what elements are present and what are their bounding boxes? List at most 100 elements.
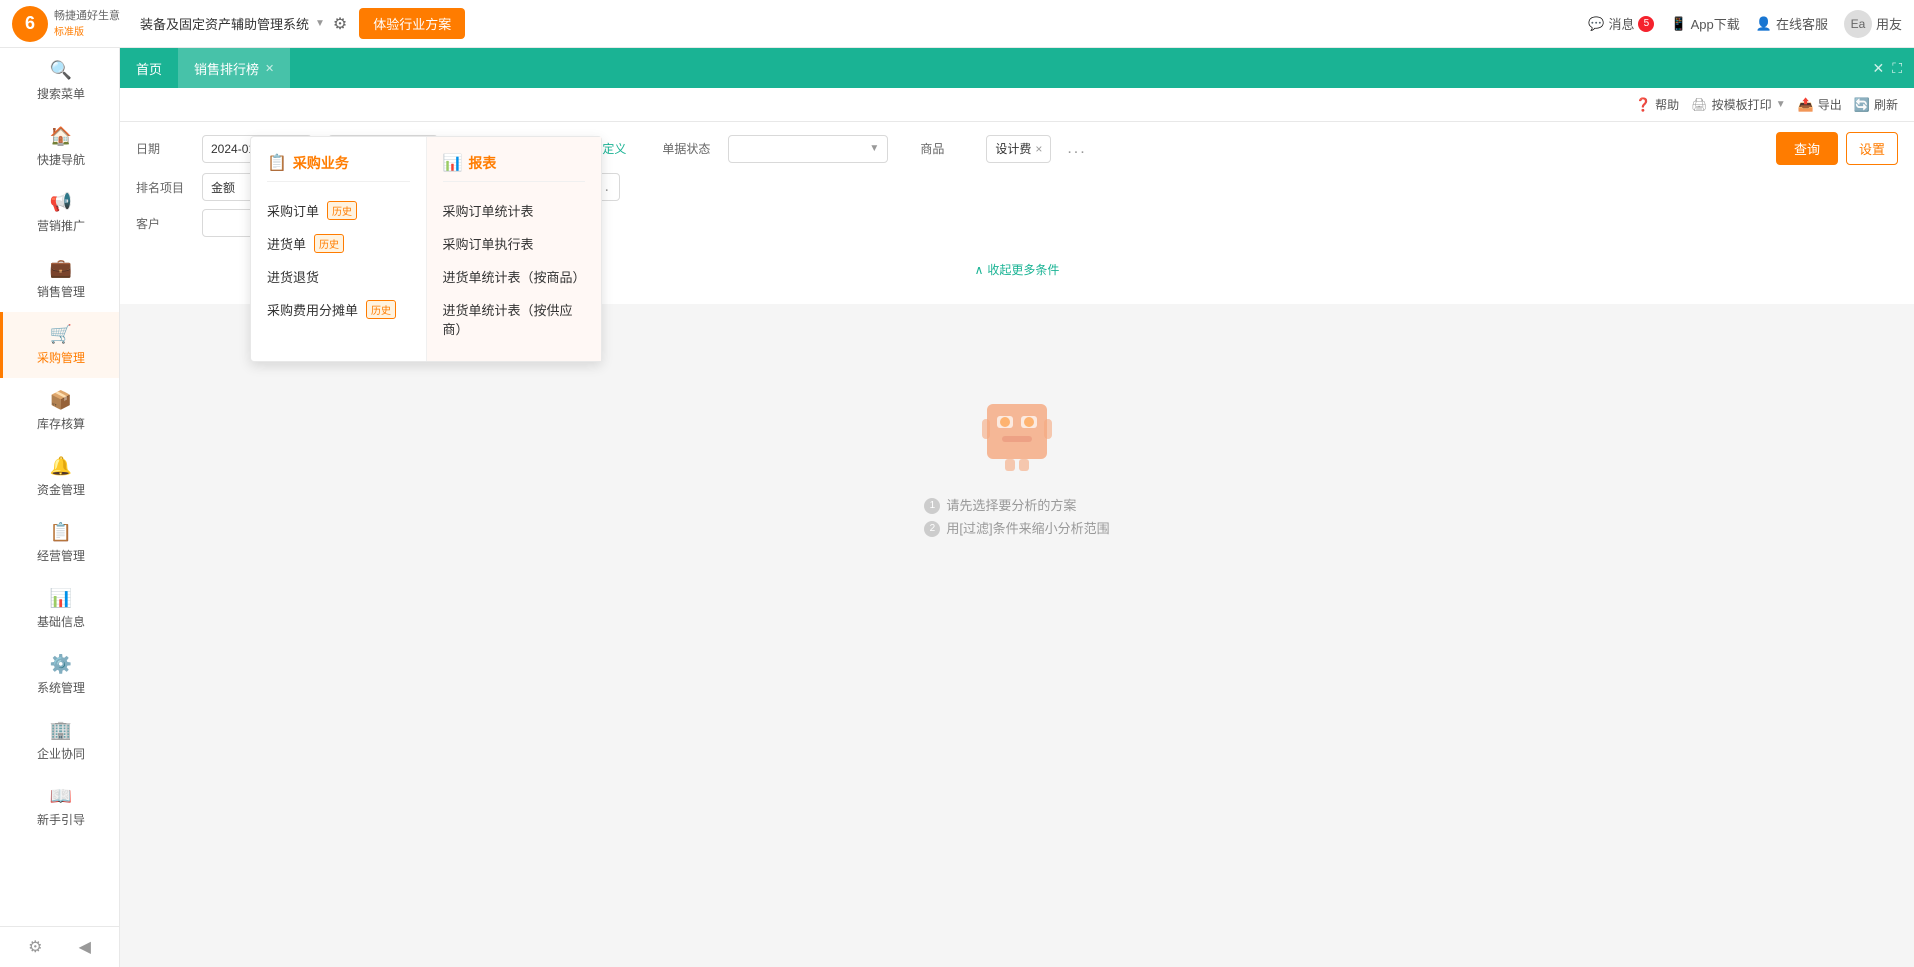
customer-label: 客户	[136, 215, 186, 232]
rank-label: 排名项目	[136, 179, 186, 196]
system-dropdown-arrow[interactable]: ▼	[315, 18, 325, 29]
print-btn[interactable]: 🖨 按模板打印 ▼	[1691, 96, 1785, 113]
search-icon: 🔍	[50, 60, 72, 81]
help-label: 帮助	[1655, 96, 1679, 113]
goods-label: 商品	[920, 140, 970, 157]
service-icon: 👤	[1756, 16, 1772, 32]
history-badge: 历史	[327, 201, 357, 220]
help-btn[interactable]: ❓ 帮助	[1635, 96, 1679, 113]
basic-info-icon: 📊	[50, 588, 72, 609]
tab-bar-right: ✕ ⛶	[1872, 60, 1914, 77]
enterprise-icon: 🏢	[50, 720, 72, 741]
tab-bar: 首页 销售排行榜 ✕ ✕ ⛶	[120, 48, 1914, 88]
sidebar-item-finance[interactable]: 🔔 资金管理	[0, 444, 119, 510]
menu-item-incoming-return[interactable]: 进货退货	[267, 260, 410, 293]
tab-expand-btn[interactable]: ⛶	[1892, 60, 1902, 77]
toolbar-actions: ❓ 帮助 🖨 按模板打印 ▼ 📤 导出 🔄 刷新	[120, 88, 1914, 122]
app-container: 6 畅捷通好生意 标准版 装备及固定资产辅助管理系统 ▼ ⚙ 体验行业方案 💬 …	[0, 0, 1914, 967]
menu-item-label: 采购订单统计表	[443, 201, 534, 220]
settings-icon[interactable]: ⚙	[333, 14, 347, 34]
sidebar-item-quick-nav[interactable]: 🏠 快捷导航	[0, 114, 119, 180]
tab-close-all-btn[interactable]: ✕	[1872, 60, 1884, 77]
menu-item-purchase-order[interactable]: 采购订单 历史	[267, 194, 410, 227]
setting-button[interactable]: 设置	[1846, 132, 1898, 165]
top-bar: 6 畅捷通好生意 标准版 装备及固定资产辅助管理系统 ▼ ⚙ 体验行业方案 💬 …	[0, 0, 1914, 48]
inventory-icon: 📦	[50, 390, 72, 411]
tab-home[interactable]: 首页	[120, 48, 178, 88]
finance-icon: 🔔	[50, 456, 72, 477]
sidebar-item-operation[interactable]: 📋 经营管理	[0, 510, 119, 576]
message-icon: 💬	[1588, 16, 1604, 32]
empty-step-2: 2 用[过滤]条件来缩小分析范围	[924, 517, 1109, 540]
sidebar-item-sales[interactable]: 💼 销售管理	[0, 246, 119, 312]
sales-icon: 💼	[50, 258, 72, 279]
sidebar-item-inventory[interactable]: 📦 库存核算	[0, 378, 119, 444]
menu-item-purchase-order-stats[interactable]: 采购订单统计表	[443, 194, 586, 227]
goods-tag-close[interactable]: ×	[1035, 142, 1042, 156]
goods-tag[interactable]: 设计费 ×	[986, 135, 1051, 163]
sidebar-label: 经营管理	[37, 547, 85, 564]
section1-title-text: 采购业务	[293, 153, 349, 173]
order-status-select[interactable]: ▼	[728, 135, 888, 163]
tab-sales-rank[interactable]: 销售排行榜 ✕	[178, 48, 290, 88]
collapse-btn[interactable]: ∧ 收起更多条件	[975, 261, 1060, 278]
sidebar-settings-btn[interactable]: ⚙	[28, 937, 42, 957]
tab-close-icon[interactable]: ✕	[265, 62, 274, 75]
sidebar-bottom: ⚙ ◀	[0, 926, 119, 967]
avatar: Ea	[1844, 10, 1872, 38]
print-dropdown-icon[interactable]: ▼	[1776, 99, 1786, 110]
sidebar-item-system[interactable]: ⚙️ 系统管理	[0, 642, 119, 708]
sidebar-item-purchase[interactable]: 🛒 采购管理	[0, 312, 119, 378]
goods-more-btn[interactable]: ...	[1067, 140, 1086, 158]
export-btn[interactable]: 📤 导出	[1798, 96, 1842, 113]
collapse-arrow: ∧	[975, 263, 984, 277]
menu-item-incoming[interactable]: 进货单 历史	[267, 227, 410, 260]
online-service-label: 在线客服	[1776, 14, 1828, 33]
report-title: 📊 报表	[443, 153, 586, 182]
online-service-btn[interactable]: 👤 在线客服	[1756, 14, 1828, 33]
date-label: 日期	[136, 140, 186, 157]
goods-tag-text: 设计费	[995, 140, 1031, 157]
sidebar-item-guide[interactable]: 📖 新手引导	[0, 774, 119, 840]
menu-item-purchase-fee[interactable]: 采购费用分摊单 历史	[267, 293, 410, 326]
step1-text: 请先选择要分析的方案	[946, 494, 1076, 517]
menu-item-incoming-stats-goods[interactable]: 进货单统计表（按商品）	[443, 260, 586, 293]
sidebar-label: 库存核算	[37, 415, 85, 432]
sidebar-label: 销售管理	[37, 283, 85, 300]
query-button[interactable]: 查询	[1776, 132, 1838, 165]
user-area[interactable]: Ea 用友	[1844, 10, 1902, 38]
content-area: 首页 销售排行榜 ✕ ✕ ⛶ ❓ 帮助	[120, 48, 1914, 967]
sidebar-label: 系统管理	[37, 679, 85, 696]
sidebar-item-enterprise[interactable]: 🏢 企业协同	[0, 708, 119, 774]
menu-item-label: 进货单	[267, 234, 306, 253]
tab-home-label: 首页	[136, 59, 162, 78]
export-icon: 📤	[1798, 97, 1814, 113]
tab-sales-rank-label: 销售排行榜	[194, 59, 259, 78]
phone-icon: 📱	[1670, 16, 1686, 32]
empty-robot-svg	[967, 384, 1067, 474]
refresh-btn[interactable]: 🔄 刷新	[1854, 96, 1898, 113]
messages-badge: 5	[1638, 16, 1654, 32]
menu-item-purchase-order-exec[interactable]: 采购订单执行表	[443, 227, 586, 260]
main-area: 🔍 搜索菜单 🏠 快捷导航 📢 营销推广 💼 销售管理 🛒 采购管理 📦	[0, 48, 1914, 967]
empty-step-1: 1 请先选择要分析的方案	[924, 494, 1109, 517]
query-buttons: 查询 设置	[1776, 132, 1898, 165]
print-label: 按模板打印	[1712, 96, 1772, 113]
purchase-business-section: 📋 采购业务 采购订单 历史 进货单 历史 进货退货	[251, 137, 427, 361]
menu-item-incoming-stats-supplier[interactable]: 进货单统计表（按供应商）	[443, 293, 586, 345]
industry-button[interactable]: 体验行业方案	[359, 8, 465, 39]
app-download-btn[interactable]: 📱 App下载	[1670, 14, 1739, 33]
system-icon: ⚙️	[50, 654, 72, 675]
sidebar-item-marketing[interactable]: 📢 营销推广	[0, 180, 119, 246]
messages-btn[interactable]: 💬 消息 5	[1588, 14, 1654, 33]
logo-icon: 6	[12, 6, 48, 42]
sidebar-collapse-btn[interactable]: ◀	[79, 937, 91, 957]
purchase-dropdown-menu: 📋 采购业务 采购订单 历史 进货单 历史 进货退货	[250, 136, 602, 362]
empty-illustration	[967, 384, 1067, 474]
sidebar-item-search[interactable]: 🔍 搜索菜单	[0, 48, 119, 114]
step2-text: 用[过滤]条件来缩小分析范围	[946, 517, 1109, 540]
export-label: 导出	[1818, 96, 1842, 113]
sidebar-item-basic-info[interactable]: 📊 基础信息	[0, 576, 119, 642]
sidebar-label: 搜索菜单	[37, 85, 85, 102]
logo-badge: 标准版	[54, 23, 120, 38]
